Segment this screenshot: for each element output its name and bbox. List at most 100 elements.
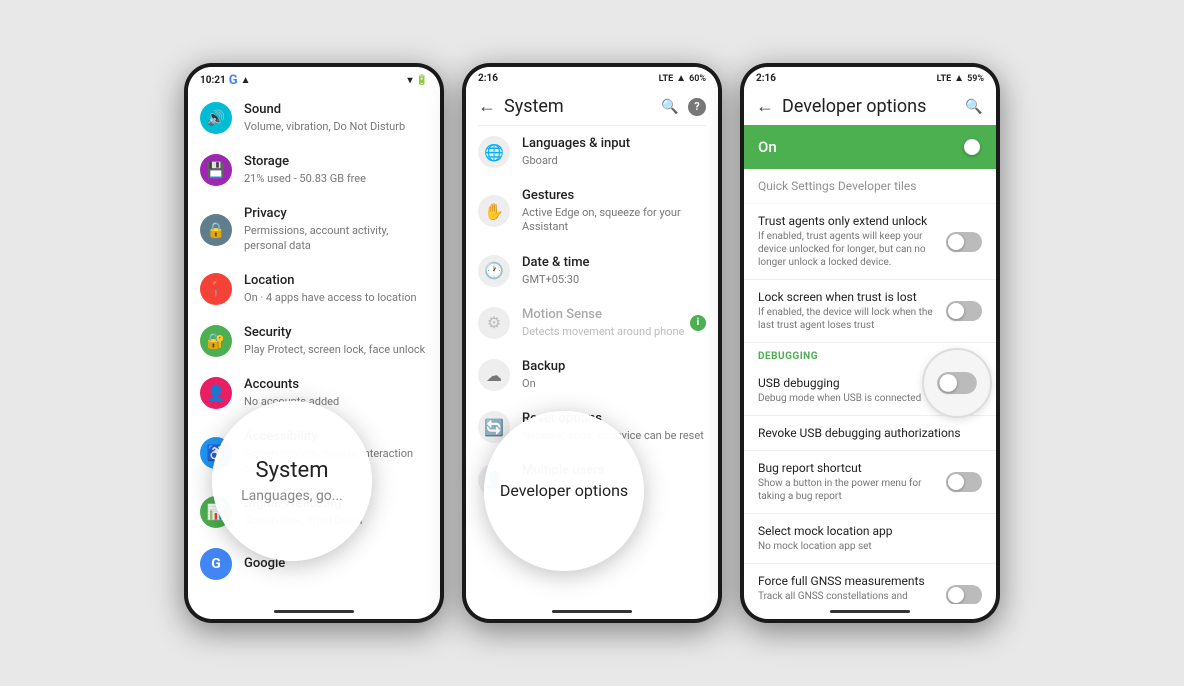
toggle-thumb-on [964,139,980,155]
dev-on-toggle[interactable] [946,137,982,157]
list-item-sound[interactable]: 🔊 Sound Volume, vibration, Do Not Distur… [188,92,440,144]
dev-item-revoke-usb[interactable]: Revoke USB debugging authorizations [744,416,996,451]
reset-text: Reset options Network, apps, or device c… [522,411,706,443]
system-item-users[interactable]: 👤 Multiple users Signed in as Owner [466,453,718,505]
list-item-accounts[interactable]: 👤 Accounts No accounts added [188,367,440,419]
gestures-icon: ✋ [478,195,510,227]
privacy-text: Privacy Permissions, account activity, p… [244,206,428,252]
trust-agents-toggle-thumb [948,234,964,250]
digital-wellbeing-title: Digital Wellbeing [244,496,428,513]
phone-2: 2:16 LTE ▲ 60% ← System 🔍 ? [462,63,722,623]
status-left-1: 10:21 G ▲ [200,73,251,88]
lock-screen-title: Lock screen when trust is lost [758,290,938,304]
bug-report-title: Bug report shortcut [758,461,938,475]
dev-item-gnss[interactable]: Force full GNSS measurements Track all G… [744,564,996,604]
sound-title: Sound [244,102,428,119]
backup-title: Backup [522,359,706,376]
bug-report-toggle[interactable] [946,472,982,492]
backup-subtitle: On [522,377,706,391]
accessibility-text: Accessibility Screen readers, display, i… [244,429,428,475]
dev-on-label: On [758,138,777,156]
dev-item-bug-report[interactable]: Bug report shortcut Show a button in the… [744,451,996,514]
accessibility-title: Accessibility [244,429,428,446]
storage-text: Storage 21% used - 50.83 GB free [244,154,428,186]
reset-subtitle: Network, apps, or device can be reset [522,429,706,443]
status-right-3: LTE ▲ 59% [937,73,984,84]
system-item-languages[interactable]: 🌐 Languages & input Gboard [466,126,718,178]
revoke-usb-text: Revoke USB debugging authorizations [758,426,974,440]
list-item-storage[interactable]: 💾 Storage 21% used - 50.83 GB free [188,144,440,196]
list-item-security[interactable]: 🔐 Security Play Protect, screen lock, fa… [188,315,440,367]
wifi-icon-1: ▾ [408,75,413,86]
system-item-datetime[interactable]: 🕐 Date & time GMT+05:30 [466,245,718,297]
back-button-2[interactable]: ← [478,96,496,117]
gnss-toggle[interactable] [946,585,982,604]
dev-item-mock-location[interactable]: Select mock location app No mock locatio… [744,514,996,564]
users-title: Multiple users [522,463,706,480]
accounts-subtitle: No accounts added [244,395,428,409]
search-icon-2[interactable]: 🔍 [660,97,680,117]
dev-item-quick-settings[interactable]: Quick Settings Developer tiles [744,169,996,204]
google-icon-1: G [229,73,238,88]
lock-screen-toggle[interactable] [946,301,982,321]
google-title: Google [244,556,428,573]
dev-item-usb-debugging[interactable]: USB debugging Debug mode when USB is con… [744,366,996,416]
list-item-privacy[interactable]: 🔒 Privacy Permissions, account activity,… [188,196,440,262]
languages-title: Languages & input [522,136,706,153]
lock-screen-toggle-thumb [948,303,964,319]
phone-2-home-indicator [552,610,632,613]
revoke-usb-title: Revoke USB debugging authorizations [758,426,974,440]
status-right-1: ▾ 🔋 [408,75,428,86]
phone-1-screen: 10:21 G ▲ ▾ 🔋 🔊 Sound Volume, vibration,… [188,67,440,619]
battery-icon-2: 60% [689,74,706,84]
motion-text: Motion Sense Detects movement around pho… [522,307,690,339]
system-item-backup[interactable]: ☁ Backup On [466,349,718,401]
security-text: Security Play Protect, screen lock, face… [244,325,428,357]
list-item-digital-wellbeing[interactable]: 📊 Digital Wellbeing Screen time, Wind Do… [188,486,440,538]
digital-wellbeing-icon: 📊 [200,496,232,528]
bug-report-text: Bug report shortcut Show a button in the… [758,461,938,503]
search-icon-3[interactable]: 🔍 [964,97,984,117]
time-2: 2:16 [478,73,498,84]
list-item-google[interactable]: G Google [188,538,440,590]
motion-info-badge: i [690,315,706,331]
system-item-gestures[interactable]: ✋ Gestures Active Edge on, squeeze for y… [466,178,718,244]
users-subtitle: Signed in as Owner [522,481,706,495]
time-1: 10:21 [200,75,226,86]
dev-item-trust-agents[interactable]: Trust agents only extend unlock If enabl… [744,204,996,280]
storage-icon: 💾 [200,154,232,186]
usb-debugging-big-toggle-circle[interactable] [922,348,992,418]
usb-debugging-toggle[interactable] [937,372,977,394]
lte-icon-2: LTE [659,74,674,84]
battery-icon-3: 59% [967,74,984,84]
trust-agents-title: Trust agents only extend unlock [758,214,938,228]
gestures-title: Gestures [522,188,706,205]
signal-icon-1: ▲ [241,75,251,86]
accounts-text: Accounts No accounts added [244,377,428,409]
digital-wellbeing-subtitle: Screen time, Wind Down [244,514,428,528]
datetime-icon: 🕐 [478,255,510,287]
location-title: Location [244,273,428,290]
users-icon: 👤 [478,464,510,496]
google-settings-icon: G [200,548,232,580]
list-item-accessibility[interactable]: ♿ Accessibility Screen readers, display,… [188,419,440,485]
accessibility-icon: ♿ [200,437,232,469]
trust-agents-toggle[interactable] [946,232,982,252]
help-icon-2[interactable]: ? [688,98,706,116]
gnss-toggle-thumb [948,587,964,603]
motion-title: Motion Sense [522,307,690,324]
datetime-title: Date & time [522,255,706,272]
lock-screen-text: Lock screen when trust is lost If enable… [758,290,938,332]
privacy-icon: 🔒 [200,214,232,246]
dev-item-lock-screen[interactable]: Lock screen when trust is lost If enable… [744,280,996,343]
system-item-reset[interactable]: 🔄 Reset options Network, apps, or device… [466,401,718,453]
accounts-icon: 👤 [200,377,232,409]
list-item-location[interactable]: 📍 Location On · 4 apps have access to lo… [188,263,440,315]
back-button-3[interactable]: ← [756,96,774,117]
system-item-motion[interactable]: ⚙ Motion Sense Detects movement around p… [466,297,718,349]
phone-1-status-bar: 10:21 G ▲ ▾ 🔋 [188,67,440,92]
location-icon: 📍 [200,273,232,305]
mock-location-title: Select mock location app [758,524,974,538]
security-icon: 🔐 [200,325,232,357]
phone-1: 10:21 G ▲ ▾ 🔋 🔊 Sound Volume, vibration,… [184,63,444,623]
